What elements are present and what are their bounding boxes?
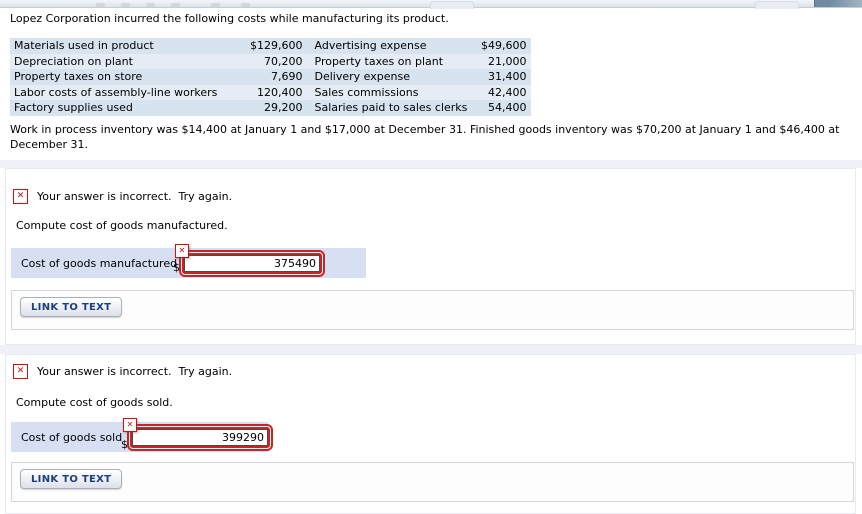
toolbar-tick xyxy=(146,3,155,7)
link-to-text-panel: LINK TO TEXT xyxy=(11,462,854,502)
cost-label-cell: Depreciation on plant xyxy=(14,54,133,68)
cost-value-cell: 120,400 xyxy=(257,85,303,99)
inventory-note: Work in process inventory was $14,400 at… xyxy=(10,123,840,151)
table-row: Depreciation on plant 70,200 Property ta… xyxy=(10,53,531,69)
answer-field-frame xyxy=(182,253,322,274)
cost-value-cell: 21,000 xyxy=(488,54,527,68)
question-section-cogm: ✕ Your answer is incorrect. Try again. C… xyxy=(5,168,856,345)
feedback-row: ✕ Your answer is incorrect. Try again. xyxy=(13,364,232,379)
link-to-text-button[interactable]: LINK TO TEXT xyxy=(20,469,123,489)
toolbar-tick xyxy=(241,3,250,7)
cost-label-cell: Materials used in product xyxy=(14,39,154,53)
toolbar-tick xyxy=(121,3,130,7)
cost-label-cell: Delivery expense xyxy=(314,70,410,84)
cost-label-cell: Factory supplies used xyxy=(14,101,133,115)
cost-value-cell: $129,600 xyxy=(250,39,303,53)
cost-value-cell: 70,200 xyxy=(264,54,303,68)
section-divider xyxy=(0,160,862,168)
section-divider xyxy=(0,345,862,354)
question-prompt: Compute cost of goods manufactured. xyxy=(16,219,228,232)
cost-label-cell: Property taxes on store xyxy=(14,70,143,84)
question-prompt: Compute cost of goods sold. xyxy=(16,396,173,409)
currency-symbol: $ xyxy=(173,261,180,274)
cost-label-cell: Labor costs of assembly-line workers xyxy=(14,85,218,99)
cost-label-cell: Advertising expense xyxy=(314,39,427,53)
answer-field-error-outline xyxy=(127,424,273,451)
cogs-answer-input[interactable] xyxy=(132,429,268,446)
question-section-cogs: ✕ Your answer is incorrect. Try again. C… xyxy=(5,354,856,514)
error-icon: ✕ xyxy=(13,364,28,379)
cogm-answer-input[interactable] xyxy=(184,255,320,272)
cost-value-cell: 31,400 xyxy=(488,70,527,84)
toolbar-edge xyxy=(0,0,862,9)
cost-value-cell: 7,690 xyxy=(271,70,303,84)
cost-label-cell: Sales commissions xyxy=(314,85,419,99)
toolbar-tick xyxy=(211,3,220,7)
table-row: Materials used in product $129,600 Adver… xyxy=(10,38,531,54)
error-badge-icon: ✕ xyxy=(175,244,189,258)
toolbar-tick xyxy=(171,3,180,7)
link-to-text-panel: LINK TO TEXT xyxy=(11,290,854,330)
table-row: Property taxes on store 7,690 Delivery e… xyxy=(10,69,531,85)
answer-field-frame xyxy=(130,427,270,448)
link-to-text-button[interactable]: LINK TO TEXT xyxy=(20,297,123,317)
cost-value-cell: 54,400 xyxy=(488,101,527,115)
toolbar-button-edge xyxy=(755,1,799,9)
feedback-row: ✕ Your answer is incorrect. Try again. xyxy=(13,189,232,204)
table-row: Labor costs of assembly-line workers 120… xyxy=(10,84,531,100)
cost-label-cell: Salaries paid to sales clerks xyxy=(314,101,468,115)
answer-field-error-outline xyxy=(179,250,325,277)
cost-label-cell: Property taxes on plant xyxy=(314,54,444,68)
error-badge-icon: ✕ xyxy=(123,418,137,432)
cost-value-cell: 29,200 xyxy=(264,101,303,115)
table-row: Factory supplies used 29,200 Salaries pa… xyxy=(10,100,531,116)
cost-table: Materials used in product $129,600 Adver… xyxy=(10,38,531,116)
feedback-text: Your answer is incorrect. Try again. xyxy=(37,365,233,378)
answer-label: Cost of goods manufactured xyxy=(21,256,178,270)
toolbar-button-edge xyxy=(430,1,474,9)
cost-value-cell: 42,400 xyxy=(488,85,527,99)
answer-label: Cost of goods sold xyxy=(21,430,123,444)
scrollbar-thumb[interactable] xyxy=(814,0,862,7)
currency-symbol: $ xyxy=(121,438,128,451)
error-icon: ✕ xyxy=(13,189,28,204)
cost-value-cell: $49,600 xyxy=(481,39,527,53)
problem-intro: Lopez Corporation incurred the following… xyxy=(10,12,449,25)
feedback-text: Your answer is incorrect. Try again. xyxy=(37,190,233,203)
toolbar-tick xyxy=(96,3,105,7)
